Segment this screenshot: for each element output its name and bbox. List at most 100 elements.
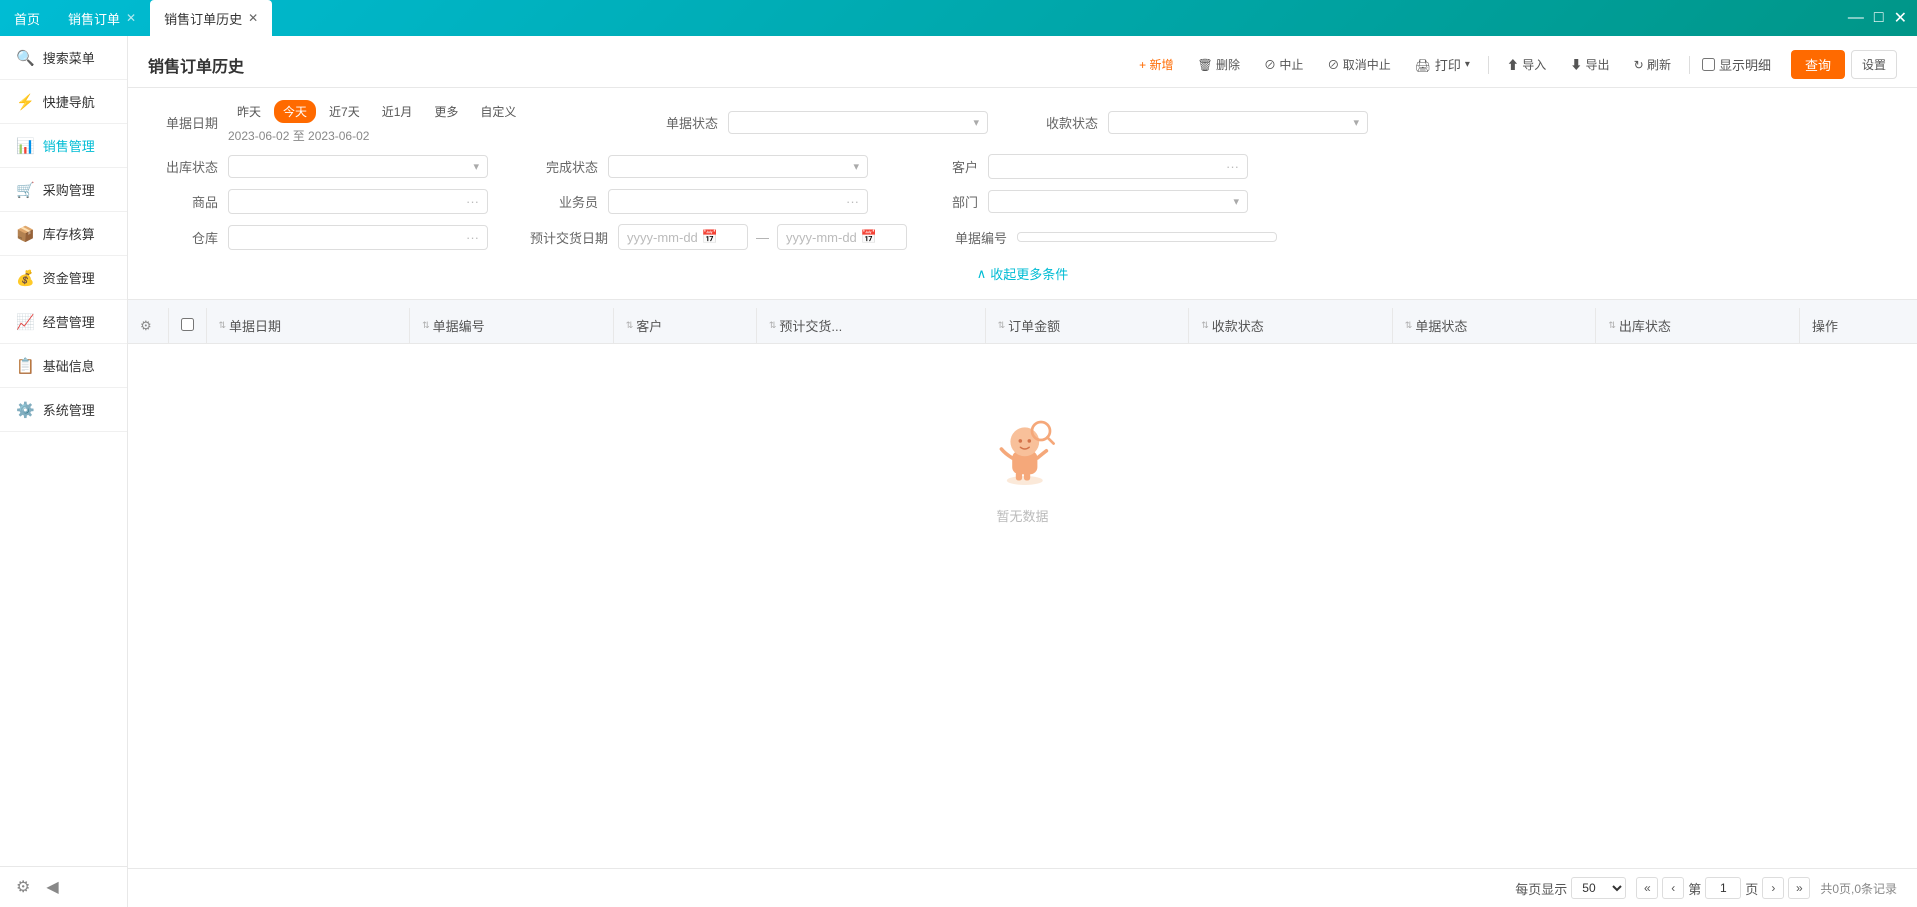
expected-delivery-label: 预计交货日期	[518, 228, 618, 247]
sort-icon-left: ⇅	[219, 320, 227, 331]
sidebar-collapse-icon[interactable]: ◀	[46, 877, 58, 897]
last-page-button[interactable]: »	[1788, 877, 1810, 899]
sort-expected-delivery[interactable]: ⇅ 预计交货...	[769, 316, 973, 335]
table-wrapper: ⚙ ⇅ 单据日期 ⇅	[128, 308, 1917, 868]
sidebar-item-basic-info[interactable]: 📋 基础信息	[0, 344, 127, 388]
per-page-select[interactable]: 50 10 20 100	[1571, 877, 1626, 899]
tab-sales-order-close[interactable]: ✕	[126, 11, 136, 25]
delivery-date-to[interactable]: yyyy-mm-dd 📅	[777, 224, 907, 250]
import-button[interactable]: ⬆ 导入	[1501, 52, 1552, 77]
next-page-button[interactable]: ›	[1762, 877, 1784, 899]
sidebar-item-operations[interactable]: 📈 经营管理	[0, 300, 127, 344]
maximize-icon[interactable]: □	[1874, 9, 1884, 27]
export-button[interactable]: ⬇ 导出	[1564, 52, 1615, 77]
receipt-status-select[interactable]: ▾	[1108, 111, 1368, 134]
salesperson-label: 业务员	[528, 192, 608, 211]
date-buttons: 昨天 今天 近7天 近1月 更多 自定义	[228, 100, 608, 123]
dept-label: 部门	[908, 192, 988, 211]
completion-status-select[interactable]: ▾	[608, 155, 868, 178]
receipt-status-label: 收款状态	[1028, 113, 1108, 132]
sort-receipt-status[interactable]: ⇅ 收款状态	[1201, 316, 1380, 335]
sidebar-item-finance[interactable]: 💰 资金管理	[0, 256, 127, 300]
toolbar-divider-2	[1689, 56, 1690, 74]
order-status-select[interactable]: ▾	[728, 111, 988, 134]
outbound-status-arrow-icon: ▾	[473, 160, 479, 173]
tab-home[interactable]: 首页	[0, 0, 54, 36]
column-expected-delivery: ⇅ 预计交货...	[756, 308, 985, 344]
tab-sales-order-history[interactable]: 销售订单历史 ✕	[150, 0, 272, 36]
sort-outbound-status[interactable]: ⇅ 出库状态	[1608, 316, 1787, 335]
collapse-row[interactable]: ∧ 收起更多条件	[148, 260, 1897, 287]
sort-doc-no[interactable]: ⇅ 单据编号	[422, 316, 601, 335]
outbound-status-select[interactable]: ▾	[228, 155, 488, 178]
sort-order-amount-icon: ⇅	[998, 320, 1006, 331]
operations-icon: 📈	[16, 313, 35, 331]
prev-page-button[interactable]: ‹	[1662, 877, 1684, 899]
toolbar: + 新增 🗑 删除 ⊘ 中止 ⊘ 取消中止 🖨 打印 ▾ ⬆ 导入 ⬇ 导出 ↻…	[1133, 50, 1897, 79]
order-status-label: 单据状态	[648, 113, 728, 132]
customer-input[interactable]: ···	[988, 154, 1248, 179]
print-button[interactable]: 🖨 打印 ▾	[1409, 51, 1476, 78]
date-btn-1month[interactable]: 近1月	[373, 100, 422, 123]
data-table: ⚙ ⇅ 单据日期 ⇅	[128, 308, 1917, 585]
sidebar-item-search-menu[interactable]: 🔍 搜索菜单	[0, 36, 127, 80]
customer-label: 客户	[908, 157, 988, 176]
select-all-checkbox[interactable]	[181, 318, 194, 331]
toolbar-divider	[1488, 56, 1489, 74]
tab-sales-order-history-close[interactable]: ✕	[248, 11, 258, 25]
sort-customer[interactable]: ⇅ 客户	[626, 316, 744, 335]
warehouse-dots-icon: ···	[466, 230, 479, 245]
collapse-icon: ∧	[977, 266, 987, 282]
order-no-input[interactable]	[1017, 232, 1277, 242]
filter-area: 单据日期 昨天 今天 近7天 近1月 更多 自定义 2023-06-02 至 2…	[128, 88, 1917, 300]
minimize-icon[interactable]: —	[1848, 9, 1864, 27]
delete-button[interactable]: 🗑 删除	[1191, 52, 1246, 77]
settings-button[interactable]: 设置	[1851, 50, 1897, 79]
display-detail-checkbox[interactable]	[1702, 58, 1715, 71]
basic-info-icon: 📋	[16, 357, 35, 375]
sidebar-settings-icon[interactable]: ⚙	[16, 877, 30, 897]
page-number-input[interactable]	[1705, 877, 1741, 899]
first-page-button[interactable]: «	[1636, 877, 1658, 899]
sidebar-item-sys-mgmt[interactable]: ⚙️ 系统管理	[0, 388, 127, 432]
stop-button[interactable]: ⊘ 中止	[1258, 52, 1309, 77]
top-bar-controls: — □ ✕	[1848, 8, 1917, 28]
display-detail-toggle[interactable]: 显示明细	[1702, 55, 1771, 74]
sidebar-item-purchase-mgmt[interactable]: 🛒 采购管理	[0, 168, 127, 212]
sidebar-item-finance-label: 资金管理	[43, 268, 95, 287]
sidebar-item-inventory[interactable]: 📦 库存核算	[0, 212, 127, 256]
column-settings-icon[interactable]: ⚙	[140, 318, 152, 333]
sidebar-bottom: ⚙ ◀	[0, 866, 127, 907]
sort-doc-date[interactable]: ⇅ 单据日期	[219, 316, 398, 335]
sort-doc-status[interactable]: ⇅ 单据状态	[1405, 316, 1584, 335]
salesperson-dots-icon: ···	[846, 194, 859, 209]
date-btn-7days[interactable]: 近7天	[320, 100, 369, 123]
date-btn-today[interactable]: 今天	[274, 100, 316, 123]
print-arrow-icon: ▾	[1465, 59, 1470, 70]
goods-input[interactable]: ···	[228, 189, 488, 214]
sidebar-item-quick-nav[interactable]: ⚡ 快捷导航	[0, 80, 127, 124]
salesperson-input[interactable]: ···	[608, 189, 868, 214]
goods-label: 商品	[148, 192, 228, 211]
purchase-mgmt-icon: 🛒	[16, 181, 35, 199]
new-button[interactable]: + 新增	[1133, 52, 1179, 77]
query-button[interactable]: 查询	[1791, 50, 1845, 79]
delivery-date-from[interactable]: yyyy-mm-dd 📅	[618, 224, 748, 250]
column-operations: 操作	[1799, 308, 1917, 344]
calendar-to-icon: 📅	[861, 229, 877, 245]
delivery-date-to-placeholder: yyyy-mm-dd	[786, 230, 857, 245]
sort-order-amount[interactable]: ⇅ 订单金额	[998, 316, 1177, 335]
date-btn-more[interactable]: 更多	[425, 100, 467, 123]
dept-select[interactable]: ▾	[988, 190, 1248, 213]
date-btn-custom[interactable]: 自定义	[471, 100, 525, 123]
sidebar-item-search-menu-label: 搜索菜单	[43, 48, 95, 67]
sales-mgmt-icon: 📊	[16, 137, 35, 155]
collapse-label: 收起更多条件	[990, 264, 1068, 283]
tab-sales-order[interactable]: 销售订单 ✕	[54, 0, 150, 36]
warehouse-input[interactable]: ···	[228, 225, 488, 250]
sidebar-item-sales-mgmt[interactable]: 📊 销售管理	[0, 124, 127, 168]
refresh-button[interactable]: ↻ 刷新	[1628, 52, 1677, 77]
cancel-stop-button[interactable]: ⊘ 取消中止	[1321, 52, 1396, 77]
date-btn-yesterday[interactable]: 昨天	[228, 100, 270, 123]
window-close-icon[interactable]: ✕	[1894, 8, 1907, 28]
